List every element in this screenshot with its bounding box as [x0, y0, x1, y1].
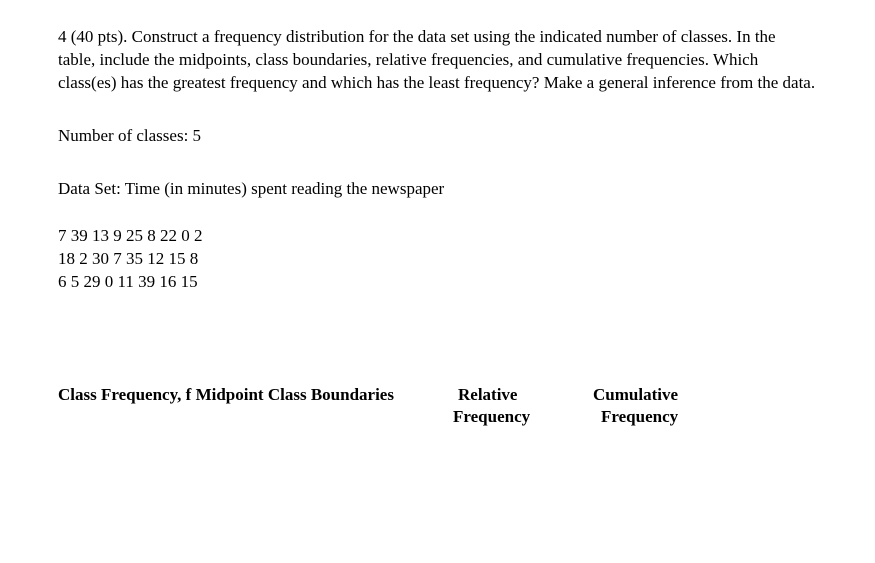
data-row: 7 39 13 9 25 8 22 0 2 — [58, 225, 817, 248]
header-class-frequency-midpoint-boundaries: Class Frequency, f Midpoint Class Bounda… — [58, 384, 458, 407]
header-spacer — [58, 406, 453, 429]
table-header-block: Class Frequency, f Midpoint Class Bounda… — [58, 384, 817, 430]
data-values: 7 39 13 9 25 8 22 0 2 18 2 30 7 35 12 15… — [58, 225, 817, 294]
dataset-label: Data Set: Time (in minutes) spent readin… — [58, 178, 817, 201]
header-cumulative-frequency: Frequency — [593, 406, 733, 429]
header-relative-frequency: Frequency — [453, 406, 593, 429]
header-relative: Relative — [458, 384, 593, 407]
data-row: 6 5 29 0 11 39 16 15 — [58, 271, 817, 294]
number-of-classes: Number of classes: 5 — [58, 125, 817, 148]
question-prompt: 4 (40 pts). Construct a frequency distri… — [58, 26, 817, 95]
header-cumulative: Cumulative — [593, 384, 733, 407]
data-row: 18 2 30 7 35 12 15 8 — [58, 248, 817, 271]
